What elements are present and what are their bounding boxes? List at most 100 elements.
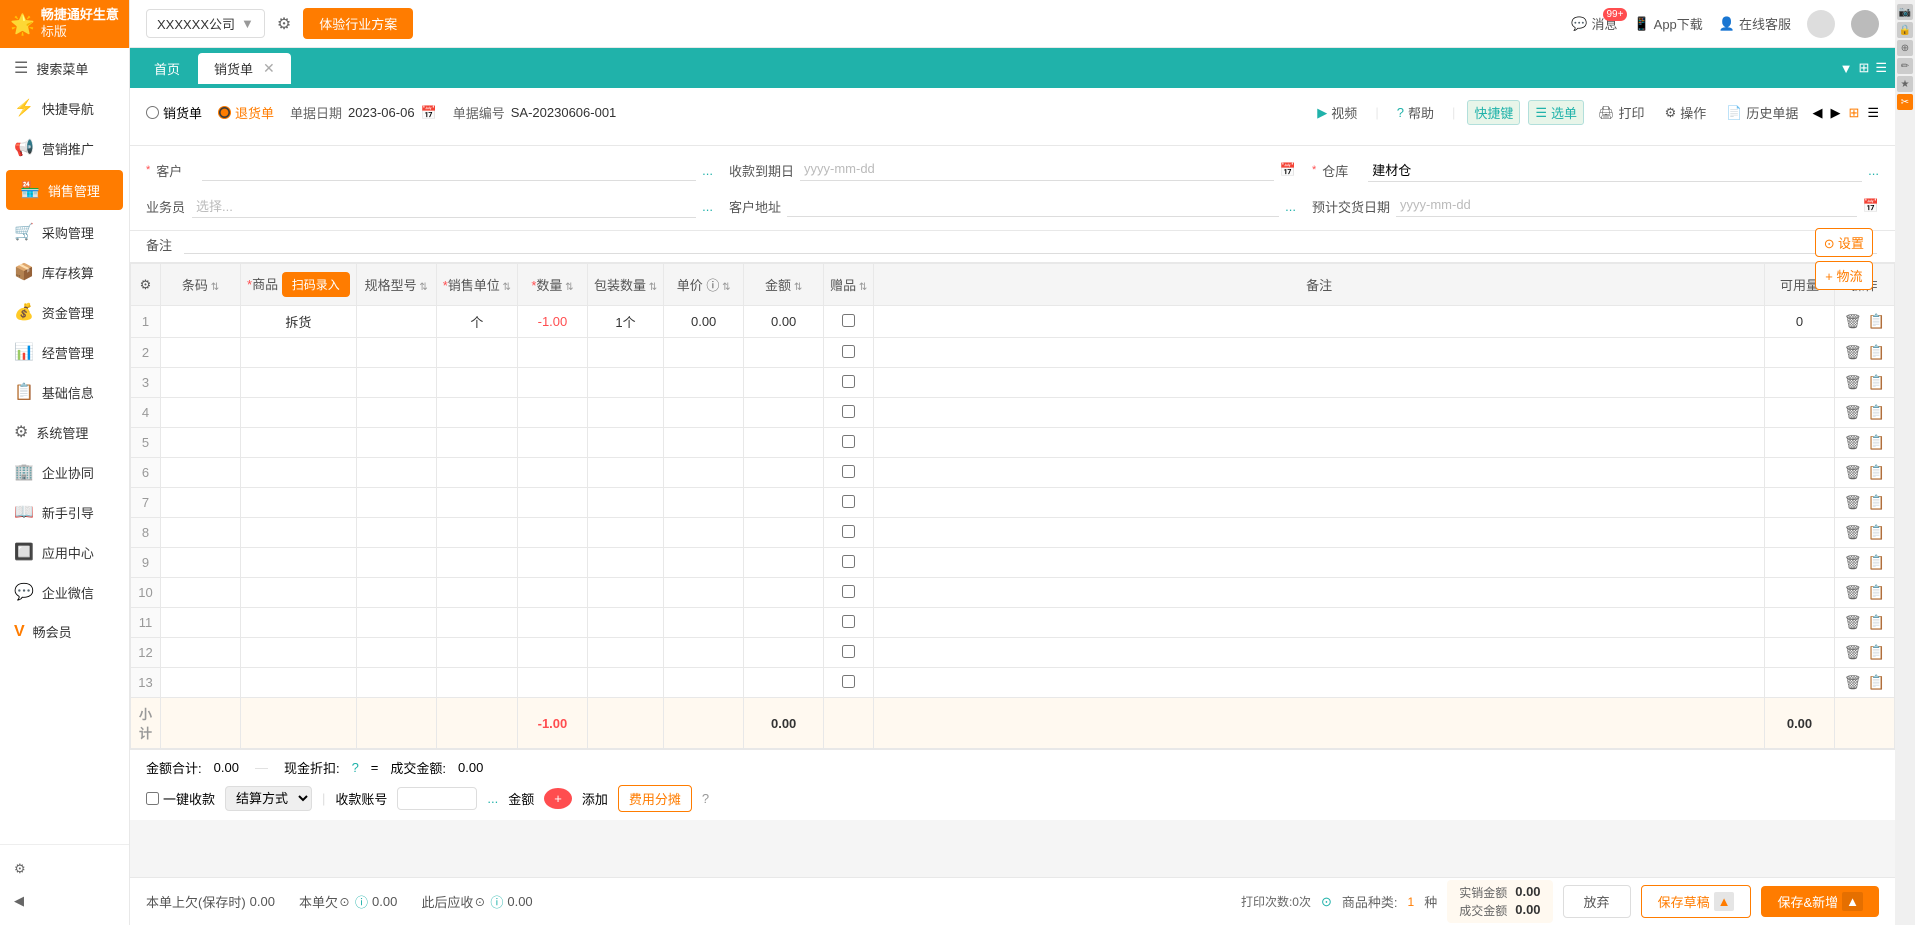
radio-sales-input[interactable] [146,106,159,119]
cell-remark-3[interactable] [874,368,1765,398]
cell-qty-2[interactable] [517,338,587,368]
copy-icon-8[interactable]: 📋 [1868,524,1885,541]
delete-icon-8[interactable]: 🗑 [1844,524,1862,541]
scan-button[interactable]: 扫码录入 [282,272,350,297]
delete-icon-2[interactable]: 🗑 [1844,344,1862,361]
th-settings[interactable]: ⚙ [131,264,161,306]
cell-goods-1[interactable]: 拆货 [241,306,357,338]
delete-icon-3[interactable]: 🗑 [1844,374,1862,391]
help-btn[interactable]: ? 帮助 [1391,101,1440,124]
copy-icon-1[interactable]: 📋 [1868,313,1885,330]
cell-remark-2[interactable] [874,338,1765,368]
cell-barcode-3[interactable] [161,368,241,398]
due-date-calendar-icon[interactable]: 📅 [1280,162,1296,178]
cell-amount-2[interactable] [744,338,824,368]
message-button[interactable]: 💬 消息 99+ [1571,14,1617,33]
one-click-pay-input[interactable] [146,792,159,805]
goods-type-icon[interactable]: ⊙ [1321,894,1332,910]
copy-icon-5[interactable]: 📋 [1868,434,1885,451]
copy-icon-4[interactable]: 📋 [1868,404,1885,421]
nav-next-icon[interactable]: ▶ [1830,105,1840,121]
sidebar-item-marketing[interactable]: 📢 营销推广 [0,128,129,168]
sidebar-item-purchase[interactable]: 🛒 采购管理 [0,212,129,252]
should-collect-help-icon[interactable]: ⓘ [490,892,503,911]
shortcut-key-btn[interactable]: 快捷键 [1467,100,1520,125]
th-pkgqty[interactable]: 包装数量 [587,264,663,306]
cell-barcode-2[interactable] [161,338,241,368]
th-qty[interactable]: *数量 [517,264,587,306]
gift-checkbox-11[interactable] [842,615,855,628]
copy-icon-11[interactable]: 📋 [1868,614,1885,631]
copy-icon-13[interactable]: 📋 [1868,674,1885,691]
cell-remark-1[interactable] [874,306,1765,338]
video-btn[interactable]: ▶ 视频 [1311,101,1363,124]
delete-icon-7[interactable]: 🗑 [1844,494,1862,511]
account-dots[interactable]: ... [487,791,498,806]
copy-icon-3[interactable]: 📋 [1868,374,1885,391]
one-click-pay-checkbox[interactable]: 一键收款 [146,789,215,808]
copy-icon-9[interactable]: 📋 [1868,554,1885,571]
cell-gift-3[interactable] [824,368,874,398]
copy-icon-7[interactable]: 📋 [1868,494,1885,511]
sidebar-item-appcenter[interactable]: 🔲 应用中心 [0,532,129,572]
gift-checkbox-10[interactable] [842,585,855,598]
delete-icon-6[interactable]: 🗑 [1844,464,1862,481]
fee-split-button[interactable]: 费用分摊 [618,785,692,812]
due-date-input[interactable]: yyyy-mm-dd [800,159,1274,181]
warehouse-dots[interactable]: ... [1868,163,1879,178]
radio-sales[interactable]: 销货单 [146,103,202,122]
cell-amount-3[interactable] [744,368,824,398]
abandon-button[interactable]: 放弃 [1563,885,1631,918]
topbar-gear-icon[interactable]: ⚙ [277,14,291,34]
sidebar-item-wechat[interactable]: 💬 企业微信 [0,572,129,612]
sidebar-collapse-btn[interactable]: ◀ [0,885,129,917]
gift-checkbox-8[interactable] [842,525,855,538]
delete-icon-13[interactable]: 🗑 [1844,674,1862,691]
tab-sales-order[interactable]: 销货单 ✕ [198,53,291,84]
cell-gift-2[interactable] [824,338,874,368]
copy-icon-10[interactable]: 📋 [1868,584,1885,601]
tab-close-icon[interactable]: ✕ [263,60,275,77]
cell-pkgqty-1[interactable]: 1个 [587,306,663,338]
select-order-btn[interactable]: ☰ 选单 [1528,100,1584,125]
view-grid-icon[interactable]: ⊞ [1848,105,1859,121]
sidebar-item-business[interactable]: 📊 经营管理 [0,332,129,372]
user-avatar[interactable] [1807,10,1835,38]
exp-button[interactable]: 体验行业方案 [303,8,413,39]
warehouse-input[interactable]: 建材仓 [1368,158,1862,182]
settle-method-select[interactable]: 结算方式 [225,786,312,811]
th-remark[interactable]: 备注 [874,264,1765,306]
customer-addr-dots[interactable]: ... [1285,199,1296,214]
expected-date-input[interactable]: yyyy-mm-dd [1396,195,1857,217]
tab-list-icon[interactable]: ☰ [1875,60,1887,76]
view-list-icon[interactable]: ☰ [1867,105,1879,121]
th-gift[interactable]: 赠品 [824,264,874,306]
cell-unit-2[interactable] [436,338,517,368]
delete-icon-11[interactable]: 🗑 [1844,614,1862,631]
gift-checkbox-9[interactable] [842,555,855,568]
cell-goods-3[interactable] [241,368,357,398]
th-goods[interactable]: *商品 扫码录入 [241,264,357,306]
tab-home[interactable]: 首页 [138,53,196,84]
add-button[interactable]: + [544,788,572,809]
gift-checkbox-2[interactable] [842,345,855,358]
date-calendar-icon[interactable]: 📅 [421,105,437,121]
th-spec[interactable]: 规格型号 [356,264,436,306]
sidebar-item-capital[interactable]: 💰 资金管理 [0,292,129,332]
cell-pkgqty-3[interactable] [587,368,663,398]
setup-btn[interactable]: ⊙ 设置 [1815,228,1873,257]
sidebar-item-enterprise[interactable]: 🏢 企业协同 [0,452,129,492]
salesperson-dots[interactable]: ... [702,199,713,214]
delete-icon-9[interactable]: 🗑 [1844,554,1862,571]
print-btn[interactable]: 🖨 打印 [1592,101,1651,124]
radio-return[interactable]: 退货单 [218,103,274,122]
radio-return-input[interactable] [218,106,231,119]
expected-date-calendar-icon[interactable]: 📅 [1863,198,1879,214]
copy-icon-2[interactable]: 📋 [1868,344,1885,361]
tab-collapse-icon[interactable]: ▼ [1840,61,1853,76]
local-minus-help-icon[interactable]: ⓘ [355,892,368,911]
right-panel-icon-3[interactable]: ⊕ [1897,40,1913,56]
right-panel-icon-6[interactable]: ✂ [1897,94,1913,110]
cell-unit-1[interactable]: 个 [436,306,517,338]
copy-icon-6[interactable]: 📋 [1868,464,1885,481]
